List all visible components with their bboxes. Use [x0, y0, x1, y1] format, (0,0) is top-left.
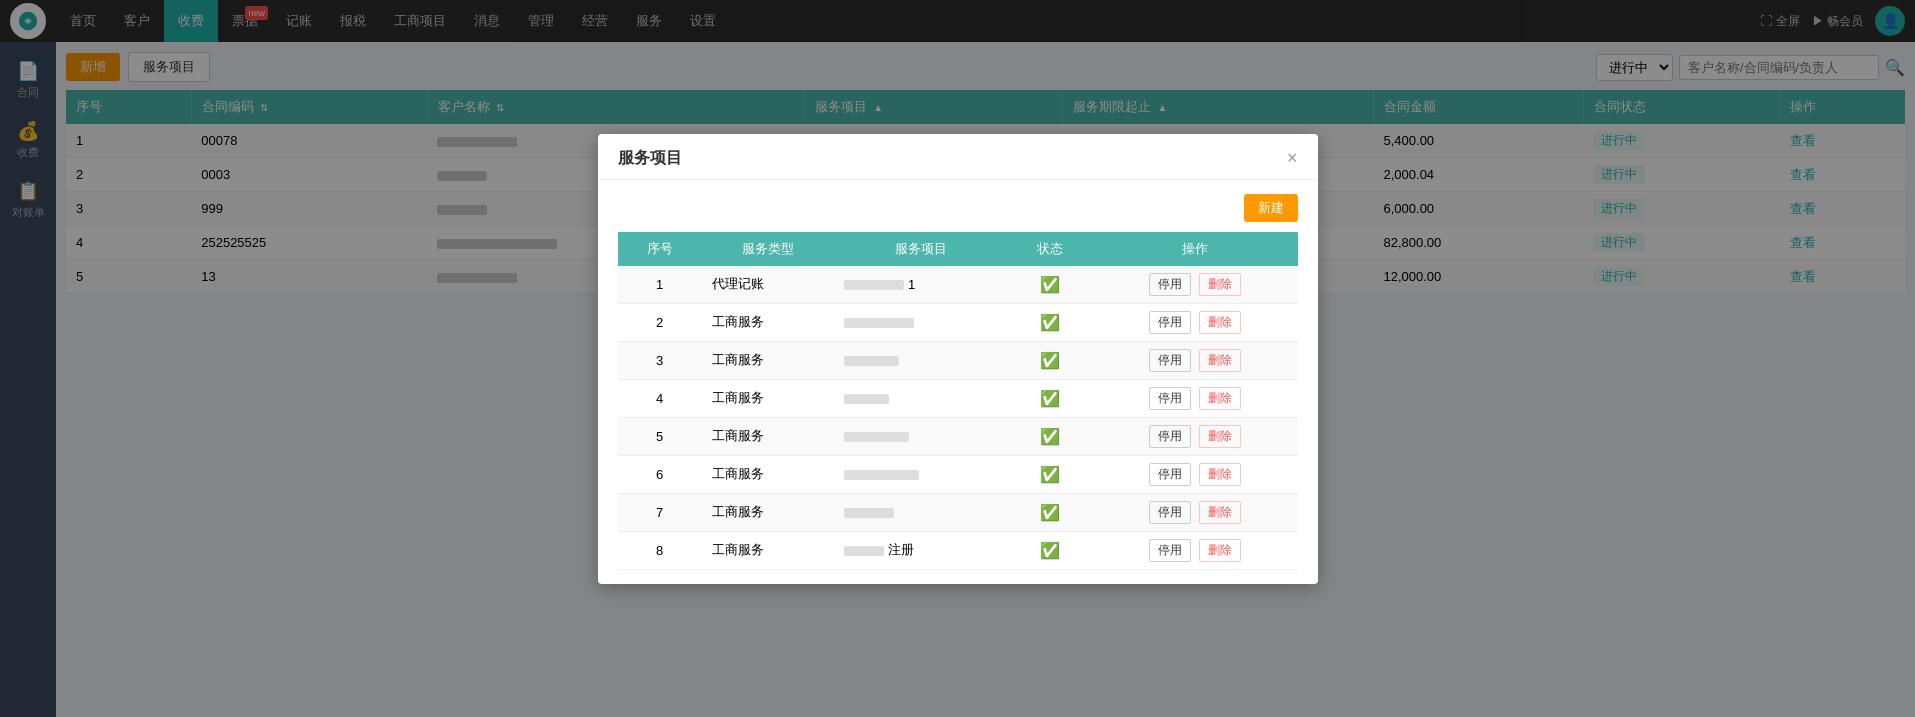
status-check-icon: ✅ — [1040, 504, 1060, 521]
modal-table-wrapper: 序号 服务类型 服务项目 状态 操作 1 代理记账 1 ✅ 停用 — [618, 232, 1298, 570]
modal-header-row: 序号 服务类型 服务项目 状态 操作 — [618, 232, 1298, 266]
modal-col-status: 状态 — [1008, 232, 1092, 266]
service-items-table: 序号 服务类型 服务项目 状态 操作 1 代理记账 1 ✅ 停用 — [618, 232, 1298, 570]
stop-button[interactable]: 停用 — [1149, 425, 1191, 448]
modal-col-action: 操作 — [1093, 232, 1298, 266]
stop-button[interactable]: 停用 — [1149, 463, 1191, 486]
modal-table-row: 7 工商服务 ✅ 停用 删除 — [618, 493, 1298, 531]
stop-button[interactable]: 停用 — [1149, 501, 1191, 524]
stop-button[interactable]: 停用 — [1149, 539, 1191, 562]
modal-table-row: 5 工商服务 ✅ 停用 删除 — [618, 417, 1298, 455]
modal-table-row: 8 工商服务 注册 ✅ 停用 删除 — [618, 531, 1298, 569]
modal-table-row: 3 工商服务 ✅ 停用 删除 — [618, 341, 1298, 379]
stop-button[interactable]: 停用 — [1149, 273, 1191, 296]
status-check-icon: ✅ — [1040, 314, 1060, 331]
service-items-modal: 服务项目 × 新建 序号 服务类型 服务项目 状态 操作 1 — [598, 134, 1318, 584]
modal-new-button[interactable]: 新建 — [1244, 194, 1298, 222]
stop-button[interactable]: 停用 — [1149, 387, 1191, 410]
stop-button[interactable]: 停用 — [1149, 349, 1191, 372]
modal-col-type: 服务类型 — [702, 232, 834, 266]
status-check-icon: ✅ — [1040, 352, 1060, 369]
delete-button[interactable]: 删除 — [1199, 539, 1241, 562]
status-check-icon: ✅ — [1040, 542, 1060, 559]
modal-title: 服务项目 — [618, 148, 682, 169]
delete-button[interactable]: 删除 — [1199, 463, 1241, 486]
modal-col-item: 服务项目 — [834, 232, 1008, 266]
modal-table-row: 6 工商服务 ✅ 停用 删除 — [618, 455, 1298, 493]
delete-button[interactable]: 删除 — [1199, 501, 1241, 524]
delete-button[interactable]: 删除 — [1199, 387, 1241, 410]
delete-button[interactable]: 删除 — [1199, 425, 1241, 448]
modal-col-seq: 序号 — [618, 232, 702, 266]
modal-table-row: 1 代理记账 1 ✅ 停用 删除 — [618, 266, 1298, 304]
delete-button[interactable]: 删除 — [1199, 273, 1241, 296]
modal-table-row: 4 工商服务 ✅ 停用 删除 — [618, 379, 1298, 417]
status-check-icon: ✅ — [1040, 466, 1060, 483]
modal-close-button[interactable]: × — [1287, 148, 1298, 169]
modal-header: 服务项目 × — [598, 134, 1318, 180]
modal-body: 新建 序号 服务类型 服务项目 状态 操作 1 代理记账 — [598, 180, 1318, 584]
status-check-icon: ✅ — [1040, 390, 1060, 407]
modal-table-row: 2 工商服务 ✅ 停用 删除 — [618, 303, 1298, 341]
stop-button[interactable]: 停用 — [1149, 311, 1191, 334]
status-check-icon: ✅ — [1040, 428, 1060, 445]
delete-button[interactable]: 删除 — [1199, 349, 1241, 372]
delete-button[interactable]: 删除 — [1199, 311, 1241, 334]
modal-toolbar: 新建 — [618, 194, 1298, 222]
status-check-icon: ✅ — [1040, 276, 1060, 293]
